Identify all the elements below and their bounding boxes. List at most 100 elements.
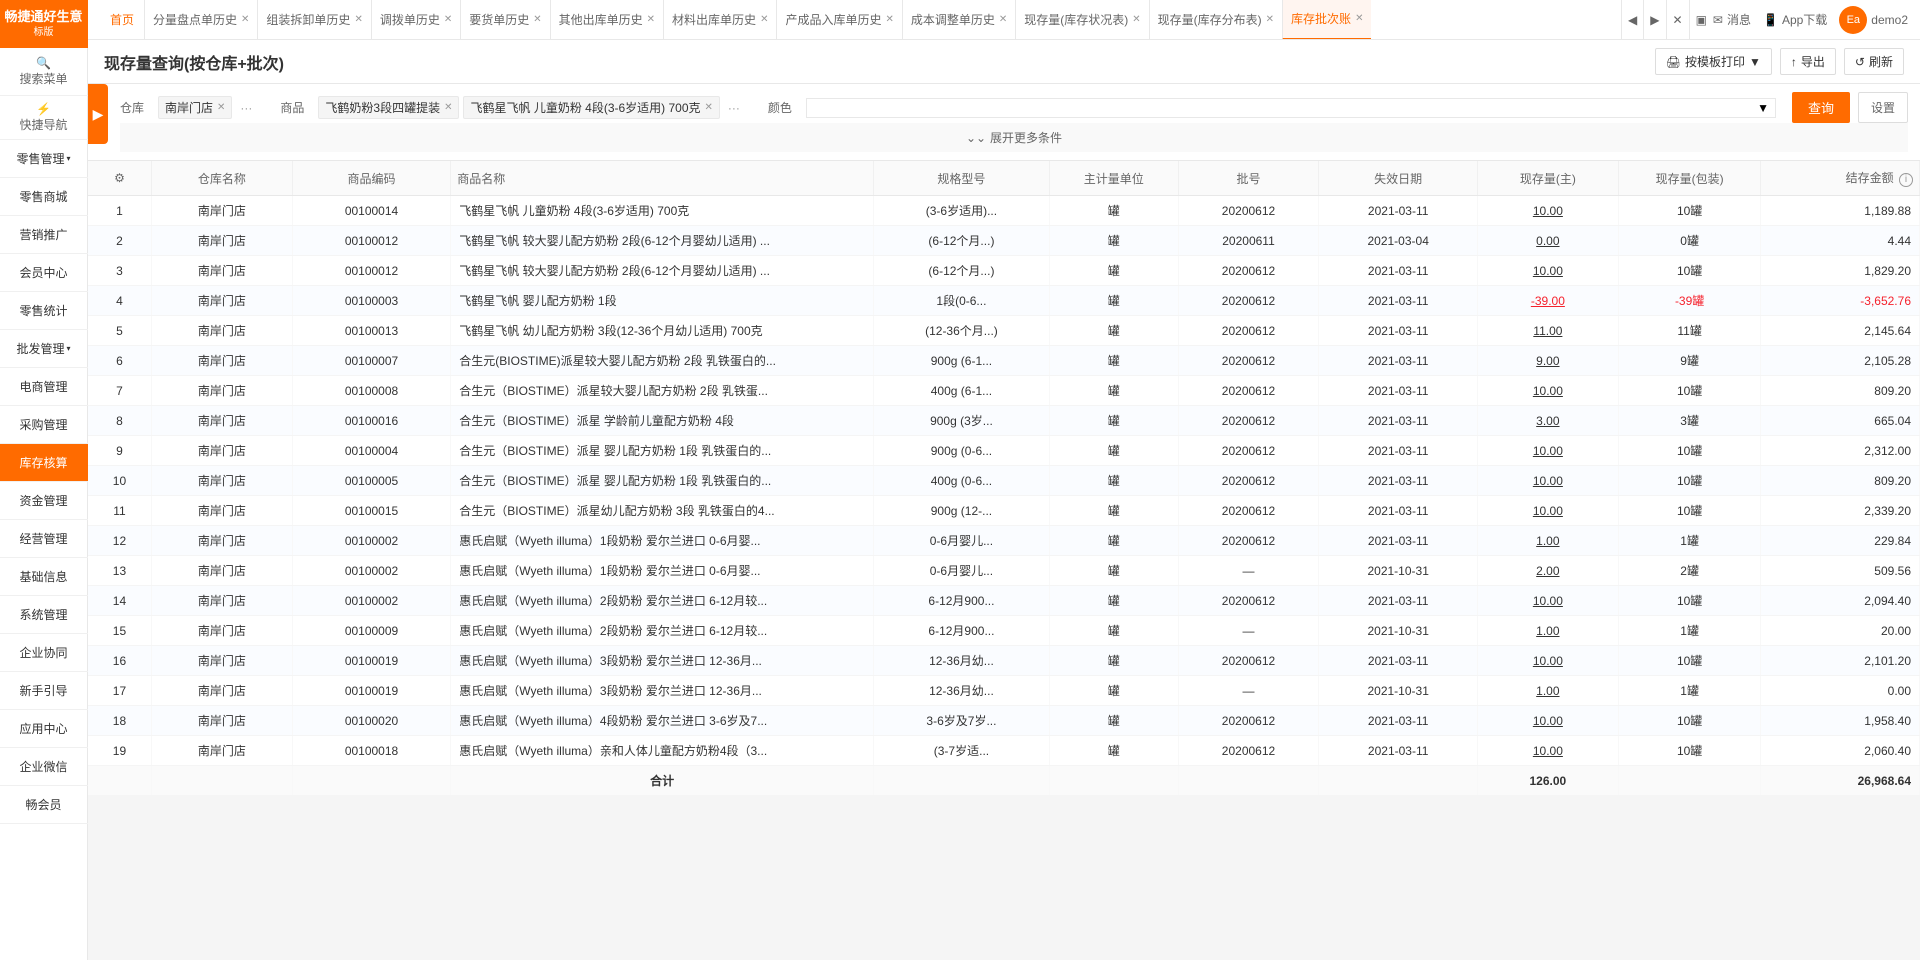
cell-stock-main[interactable]: 10.00 (1477, 586, 1618, 616)
settings-btn[interactable]: 设置 (1858, 92, 1908, 123)
cell-name: 合生元（BIOSTIME）派星 婴儿配方奶粉 1段 乳铁蛋白的... (451, 466, 874, 496)
tab-9[interactable]: 现存量(库存分布表)✕ (1149, 0, 1282, 40)
cell-warehouse: 南岸门店 (151, 286, 292, 316)
cell-spec: 0-6月婴儿... (873, 526, 1049, 556)
cell-seq: 6 (88, 346, 151, 376)
tab-close-9[interactable]: ✕ (1266, 14, 1274, 25)
query-btn[interactable]: 查询 (1792, 92, 1850, 123)
sidebar-item-member2[interactable]: 畅会员 (0, 786, 88, 824)
tab-close-7[interactable]: ✕ (999, 14, 1007, 25)
cell-stock-main[interactable]: -39.00 (1477, 286, 1618, 316)
tab-5[interactable]: 材料出库单历史✕ (663, 0, 776, 40)
th-settings[interactable]: ⚙ (88, 161, 151, 196)
print-btn[interactable]: 🖨 按模板打印 ▼ (1655, 48, 1772, 75)
tab-close-2[interactable]: ✕ (444, 14, 452, 25)
cell-stock-main[interactable]: 3.00 (1477, 406, 1618, 436)
cell-stock-main[interactable]: 10.00 (1477, 376, 1618, 406)
sidebar-item-system[interactable]: 系统管理 (0, 596, 88, 634)
cell-stock-main[interactable]: 0.00 (1477, 226, 1618, 256)
tab-prev-btn[interactable]: ◀ (1621, 0, 1643, 40)
amount-info-icon[interactable]: i (1899, 173, 1913, 187)
app-download-btn[interactable]: 📱 App下载 (1763, 11, 1827, 28)
sidebar-item-enterprise[interactable]: 企业协同 (0, 634, 88, 672)
sidebar-item-member[interactable]: 会员中心 (0, 254, 88, 292)
cell-stock-main[interactable]: 2.00 (1477, 556, 1618, 586)
cell-stock-main[interactable]: 10.00 (1477, 706, 1618, 736)
tab-close-0[interactable]: ✕ (241, 14, 249, 25)
print-dropdown-icon: ▼ (1749, 55, 1761, 69)
cell-stock-main[interactable]: 1.00 (1477, 616, 1618, 646)
warehouse-dots[interactable]: ··· (240, 101, 252, 115)
sidebar-item-appstore[interactable]: 应用中心 (0, 710, 88, 748)
cell-stock-main[interactable]: 10.00 (1477, 496, 1618, 526)
sidebar-item-shop[interactable]: 零售商城 (0, 178, 88, 216)
sidebar-item-purchase[interactable]: 采购管理 (0, 406, 88, 444)
cell-unit: 罐 (1049, 586, 1178, 616)
cell-batch: 20200612 (1178, 316, 1319, 346)
tab-6[interactable]: 产成品入库单历史 ✕ (776, 0, 901, 40)
cell-stock-main[interactable]: 11.00 (1477, 316, 1618, 346)
tab-0[interactable]: 分量盘点单历史✕ (144, 0, 257, 40)
sidebar-item-wechat[interactable]: 企业微信 (0, 748, 88, 786)
tab-close-btn[interactable]: ✕ (1666, 0, 1689, 40)
cell-stock-main[interactable]: 10.00 (1477, 436, 1618, 466)
sidebar-item-wholesale[interactable]: 批发管理▾ (0, 330, 88, 368)
export-btn[interactable]: ↑ 导出 (1780, 48, 1836, 75)
sidebar-item-retail[interactable]: 零售管理▾ (0, 140, 88, 178)
sidebar-item-finance[interactable]: 资金管理 (0, 482, 88, 520)
tab-close-6[interactable]: ✕ (885, 14, 893, 25)
cell-stock-main[interactable]: 10.00 (1477, 736, 1618, 766)
tab-close-10[interactable]: ✕ (1355, 13, 1363, 24)
filter-expand-arrow[interactable]: ▶ (88, 84, 108, 144)
sidebar-item-marketing[interactable]: 营销推广 (0, 216, 88, 254)
cell-stock-main[interactable]: 10.00 (1477, 646, 1618, 676)
tab-8[interactable]: 现存量(库存状况表)✕ (1015, 0, 1148, 40)
table-row: 5南岸门店00100013飞鹤星飞帆 幼儿配方奶粉 3段(12-36个月幼儿适用… (88, 316, 1920, 346)
refresh-btn[interactable]: ↺ 刷新 (1844, 48, 1904, 75)
cell-seq: 16 (88, 646, 151, 676)
warehouse-tag-close[interactable]: ✕ (217, 102, 225, 113)
color-select[interactable]: ▼ (806, 98, 1776, 118)
user-info[interactable]: Ea demo2 (1839, 6, 1908, 34)
cell-stock-main[interactable]: 10.00 (1477, 196, 1618, 226)
cell-batch: — (1178, 616, 1319, 646)
tab-expand-btn[interactable]: ▣ (1689, 0, 1713, 40)
goods-tag-close-1[interactable]: ✕ (705, 102, 713, 113)
tab-7[interactable]: 成本调整单历史✕ (902, 0, 1015, 40)
cell-stock-main[interactable]: 10.00 (1477, 256, 1618, 286)
sidebar-item-operation[interactable]: 经营管理 (0, 520, 88, 558)
tab-3[interactable]: 要货单历史✕ (460, 0, 549, 40)
tab-next-btn[interactable]: ▶ (1643, 0, 1665, 40)
sidebar-item-basic[interactable]: 基础信息 (0, 558, 88, 596)
goods-tag-close-0[interactable]: ✕ (444, 102, 452, 113)
sidebar-item-ecommerce[interactable]: 电商管理 (0, 368, 88, 406)
tab-label-6: 产成品入库单历史 (785, 11, 881, 28)
color-label: 颜色 (768, 99, 798, 116)
tab-close-5[interactable]: ✕ (760, 14, 768, 25)
tab-1[interactable]: 组装拆卸单历史✕ (257, 0, 370, 40)
cell-stock-main[interactable]: 1.00 (1477, 526, 1618, 556)
sidebar-item-inventory[interactable]: 库存核算 (0, 444, 88, 482)
tab-close-8[interactable]: ✕ (1132, 14, 1140, 25)
tab-close-1[interactable]: ✕ (354, 14, 362, 25)
logo[interactable]: 畅捷通好生意 标版 (0, 0, 88, 48)
cell-unit: 罐 (1049, 706, 1178, 736)
tab-close-3[interactable]: ✕ (533, 14, 541, 25)
messages-btn[interactable]: ✉ 消息 (1713, 11, 1751, 28)
goods-dots[interactable]: ··· (728, 101, 740, 115)
cell-stock-main[interactable]: 1.00 (1477, 676, 1618, 706)
home-tab[interactable]: 首页 (100, 0, 144, 40)
cell-name: 飞鹤星飞帆 婴儿配方奶粉 1段 (451, 286, 874, 316)
tab-2[interactable]: 调拨单历史✕ (371, 0, 460, 40)
quick-nav[interactable]: ⚡ 快捷导航 (0, 96, 88, 140)
tab-close-4[interactable]: ✕ (647, 14, 655, 25)
cell-stock-main[interactable]: 9.00 (1477, 346, 1618, 376)
search-menu[interactable]: 🔍 搜索菜单 (0, 48, 88, 96)
tab-4[interactable]: 其他出库单历史✕ (550, 0, 663, 40)
cell-unit: 罐 (1049, 196, 1178, 226)
expand-more-btn[interactable]: ⌄⌄ 展开更多条件 (120, 123, 1908, 152)
sidebar-item-guide[interactable]: 新手引导 (0, 672, 88, 710)
cell-stock-main[interactable]: 10.00 (1477, 466, 1618, 496)
sidebar-item-stats[interactable]: 零售统计 (0, 292, 88, 330)
tab-10[interactable]: 库存批次账✕ (1282, 0, 1371, 40)
